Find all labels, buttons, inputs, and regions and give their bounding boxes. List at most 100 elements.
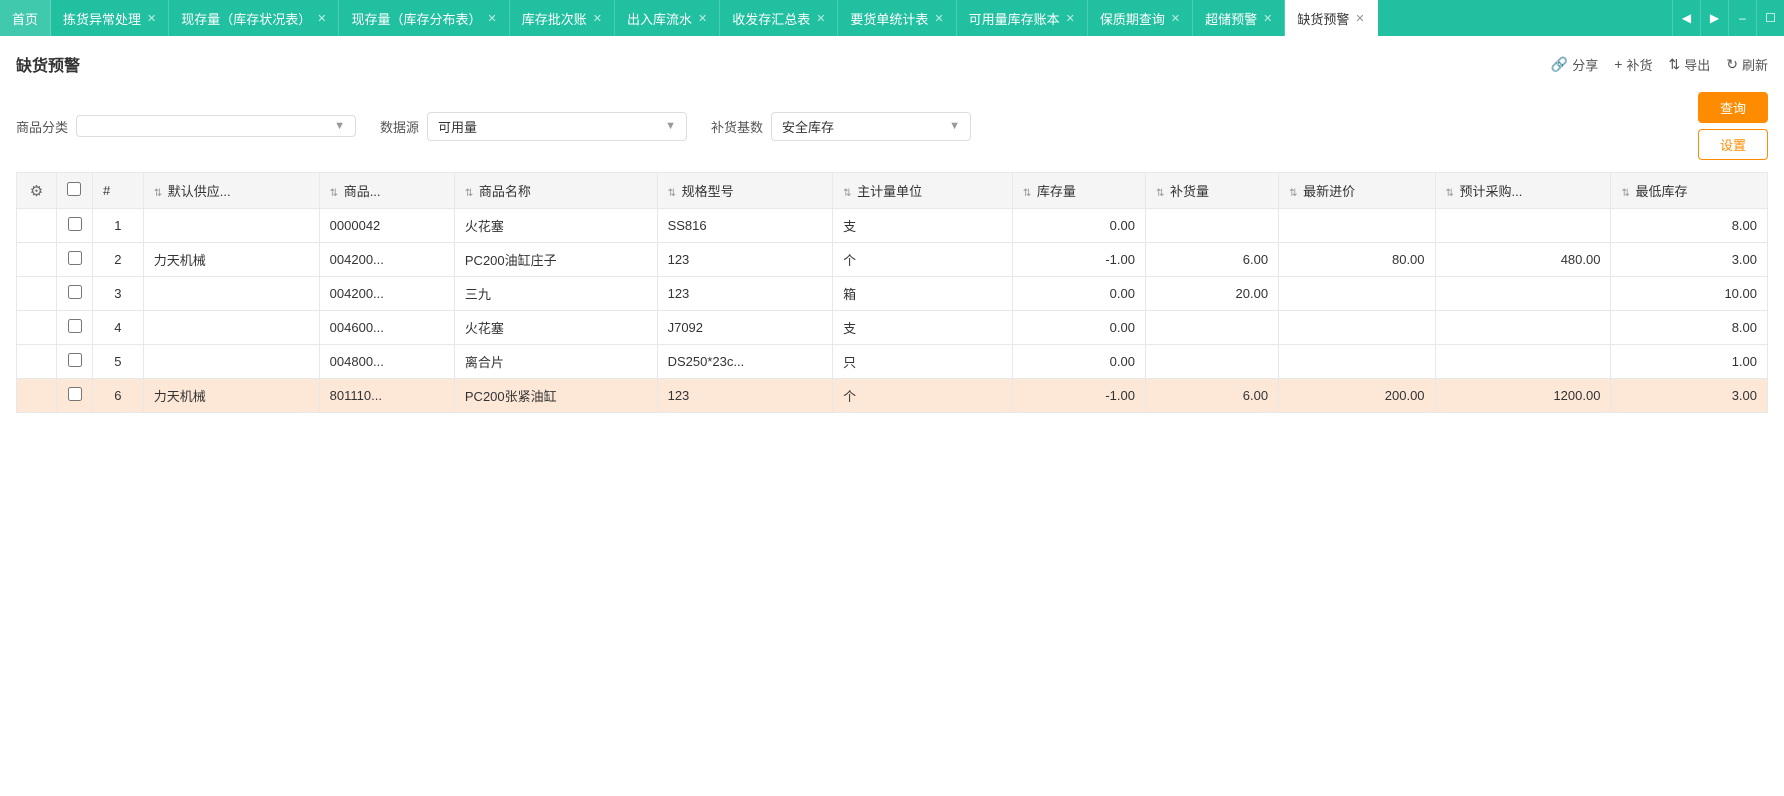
filter-row: 商品分类 ▼ 数据源 可用量 ▼ 补货基数 安全库存 ▼ 查询 设置 — [16, 92, 1768, 160]
col-unit[interactable]: ⇅ 主计量单位 — [833, 173, 1013, 209]
row-name-4: 离合片 — [454, 345, 657, 379]
tab-inout-close[interactable]: ✕ — [698, 12, 707, 25]
share-button[interactable]: 🔗 分享 — [1551, 55, 1598, 74]
row-checkbox-4[interactable] — [68, 353, 82, 367]
row-code-1: 004200... — [319, 243, 454, 277]
settings-button[interactable]: 设置 — [1698, 129, 1768, 160]
row-checkbox-1[interactable] — [68, 251, 82, 265]
replenish-basis-select[interactable]: 安全库存 ▼ — [771, 112, 971, 141]
tab-home-label: 首页 — [12, 9, 38, 28]
row-checkbox-3[interactable] — [68, 319, 82, 333]
row-checkbox-2[interactable] — [68, 285, 82, 299]
row-spec-3: J7092 — [657, 311, 832, 345]
row-spec-5: 123 — [657, 379, 832, 413]
datasource-select-arrow: ▼ — [665, 120, 676, 132]
tab-scroll-left[interactable]: ◀ — [1672, 0, 1700, 36]
export-label: 导出 — [1684, 55, 1710, 74]
row-num-4: 5 — [93, 345, 144, 379]
tab-expire-close[interactable]: ✕ — [1171, 12, 1180, 25]
tab-avail[interactable]: 可用量库存账本 ✕ — [957, 0, 1088, 36]
row-code-2: 004200... — [319, 277, 454, 311]
tab-short[interactable]: 缺货预警 ✕ — [1285, 0, 1377, 36]
row-checkbox-0[interactable] — [68, 217, 82, 231]
tab-short-label: 缺货预警 — [1297, 9, 1349, 28]
tab-over-close[interactable]: ✕ — [1263, 12, 1272, 25]
col-min-stock-label: 最低库存 — [1635, 184, 1687, 199]
row-name-5: PC200张紧油缸 — [454, 379, 657, 413]
row-gear-3 — [17, 311, 57, 345]
col-last-price[interactable]: ⇅ 最新进价 — [1279, 173, 1435, 209]
row-min-stock-1: 3.00 — [1611, 243, 1768, 277]
row-min-stock-0: 8.00 — [1611, 209, 1768, 243]
tab-scroll-right[interactable]: ▶ — [1700, 0, 1728, 36]
gear-settings-icon[interactable]: ⚙ — [27, 182, 46, 200]
tab-inv1-close[interactable]: ✕ — [317, 12, 326, 25]
tab-inv2-close[interactable]: ✕ — [488, 12, 497, 25]
row-last-price-2 — [1279, 277, 1435, 311]
tab-expire-label: 保质期查询 — [1100, 9, 1165, 28]
row-num-3: 4 — [93, 311, 144, 345]
col-code[interactable]: ⇅ 商品... — [319, 173, 454, 209]
tab-exc[interactable]: 拣货异常处理 ✕ — [51, 0, 169, 36]
replenish-basis-filter-group: 补货基数 安全库存 ▼ — [711, 112, 971, 141]
share-icon: 🔗 — [1551, 56, 1568, 73]
sort-icon-last-price: ⇅ — [1289, 188, 1297, 199]
datasource-select[interactable]: 可用量 ▼ — [427, 112, 687, 141]
col-name[interactable]: ⇅ 商品名称 — [454, 173, 657, 209]
tab-short-close[interactable]: ✕ — [1355, 12, 1364, 25]
tab-inv2[interactable]: 现存量（库存分布表） ✕ — [339, 0, 509, 36]
tab-collect-close[interactable]: ✕ — [816, 12, 825, 25]
category-filter-group: 商品分类 ▼ — [16, 115, 356, 137]
replenish-basis-select-arrow: ▼ — [949, 120, 960, 132]
col-stock-label: 库存量 — [1037, 184, 1076, 199]
col-last-price-label: 最新进价 — [1303, 184, 1355, 199]
tab-avail-close[interactable]: ✕ — [1066, 12, 1075, 25]
sort-icon-stock: ⇅ — [1023, 188, 1031, 199]
tab-home[interactable]: 首页 — [0, 0, 51, 36]
tab-order-close[interactable]: ✕ — [934, 12, 943, 25]
tab-maximize[interactable]: ☐ — [1756, 0, 1784, 36]
row-checkbox-5[interactable] — [68, 387, 82, 401]
row-supplier-3 — [143, 311, 319, 345]
tab-order[interactable]: 要货单统计表 ✕ — [838, 0, 956, 36]
refresh-icon: ↻ — [1726, 56, 1738, 73]
tab-batch[interactable]: 库存批次账 ✕ — [510, 0, 615, 36]
col-name-label: 商品名称 — [479, 184, 531, 199]
row-code-0: 0000042 — [319, 209, 454, 243]
tab-over[interactable]: 超储预警 ✕ — [1193, 0, 1285, 36]
col-supplier[interactable]: ⇅ 默认供应... — [143, 173, 319, 209]
row-replenish-2: 20.00 — [1145, 277, 1278, 311]
tab-exc-close[interactable]: ✕ — [147, 12, 156, 25]
col-spec[interactable]: ⇅ 规格型号 — [657, 173, 832, 209]
tab-minimize[interactable]: – — [1728, 0, 1756, 36]
query-button[interactable]: 查询 — [1698, 92, 1768, 123]
row-last-price-1: 80.00 — [1279, 243, 1435, 277]
tab-expire[interactable]: 保质期查询 ✕ — [1088, 0, 1193, 36]
tab-order-label: 要货单统计表 — [850, 9, 928, 28]
row-spec-2: 123 — [657, 277, 832, 311]
col-num: # — [93, 173, 144, 209]
row-num-1: 2 — [93, 243, 144, 277]
header-actions: 🔗 分享 + 补货 ⇅ 导出 ↻ 刷新 — [1551, 55, 1768, 74]
refresh-button[interactable]: ↻ 刷新 — [1726, 55, 1768, 74]
page-header: 缺货预警 🔗 分享 + 补货 ⇅ 导出 ↻ 刷新 — [16, 52, 1768, 76]
col-stock[interactable]: ⇅ 库存量 — [1012, 173, 1145, 209]
tab-inout[interactable]: 出入库流水 ✕ — [615, 0, 720, 36]
select-all-checkbox[interactable] — [67, 182, 81, 196]
tab-inv2-label: 现存量（库存分布表） — [351, 9, 481, 28]
col-replenish[interactable]: ⇅ 补货量 — [1145, 173, 1278, 209]
row-check-1 — [57, 243, 93, 277]
export-button[interactable]: ⇅ 导出 — [1669, 55, 1711, 74]
replenish-button[interactable]: + 补货 — [1614, 55, 1652, 74]
replenish-icon: + — [1614, 56, 1622, 72]
col-check — [57, 173, 93, 209]
row-num-2: 3 — [93, 277, 144, 311]
tab-collect[interactable]: 收发存汇总表 ✕ — [720, 0, 838, 36]
row-stock-5: -1.00 — [1012, 379, 1145, 413]
col-est-purchase[interactable]: ⇅ 预计采购... — [1435, 173, 1611, 209]
category-select[interactable]: ▼ — [76, 115, 356, 137]
tab-batch-close[interactable]: ✕ — [593, 12, 602, 25]
row-check-3 — [57, 311, 93, 345]
tab-inv1[interactable]: 现存量（库存状况表） ✕ — [169, 0, 339, 36]
col-min-stock[interactable]: ⇅ 最低库存 — [1611, 173, 1768, 209]
